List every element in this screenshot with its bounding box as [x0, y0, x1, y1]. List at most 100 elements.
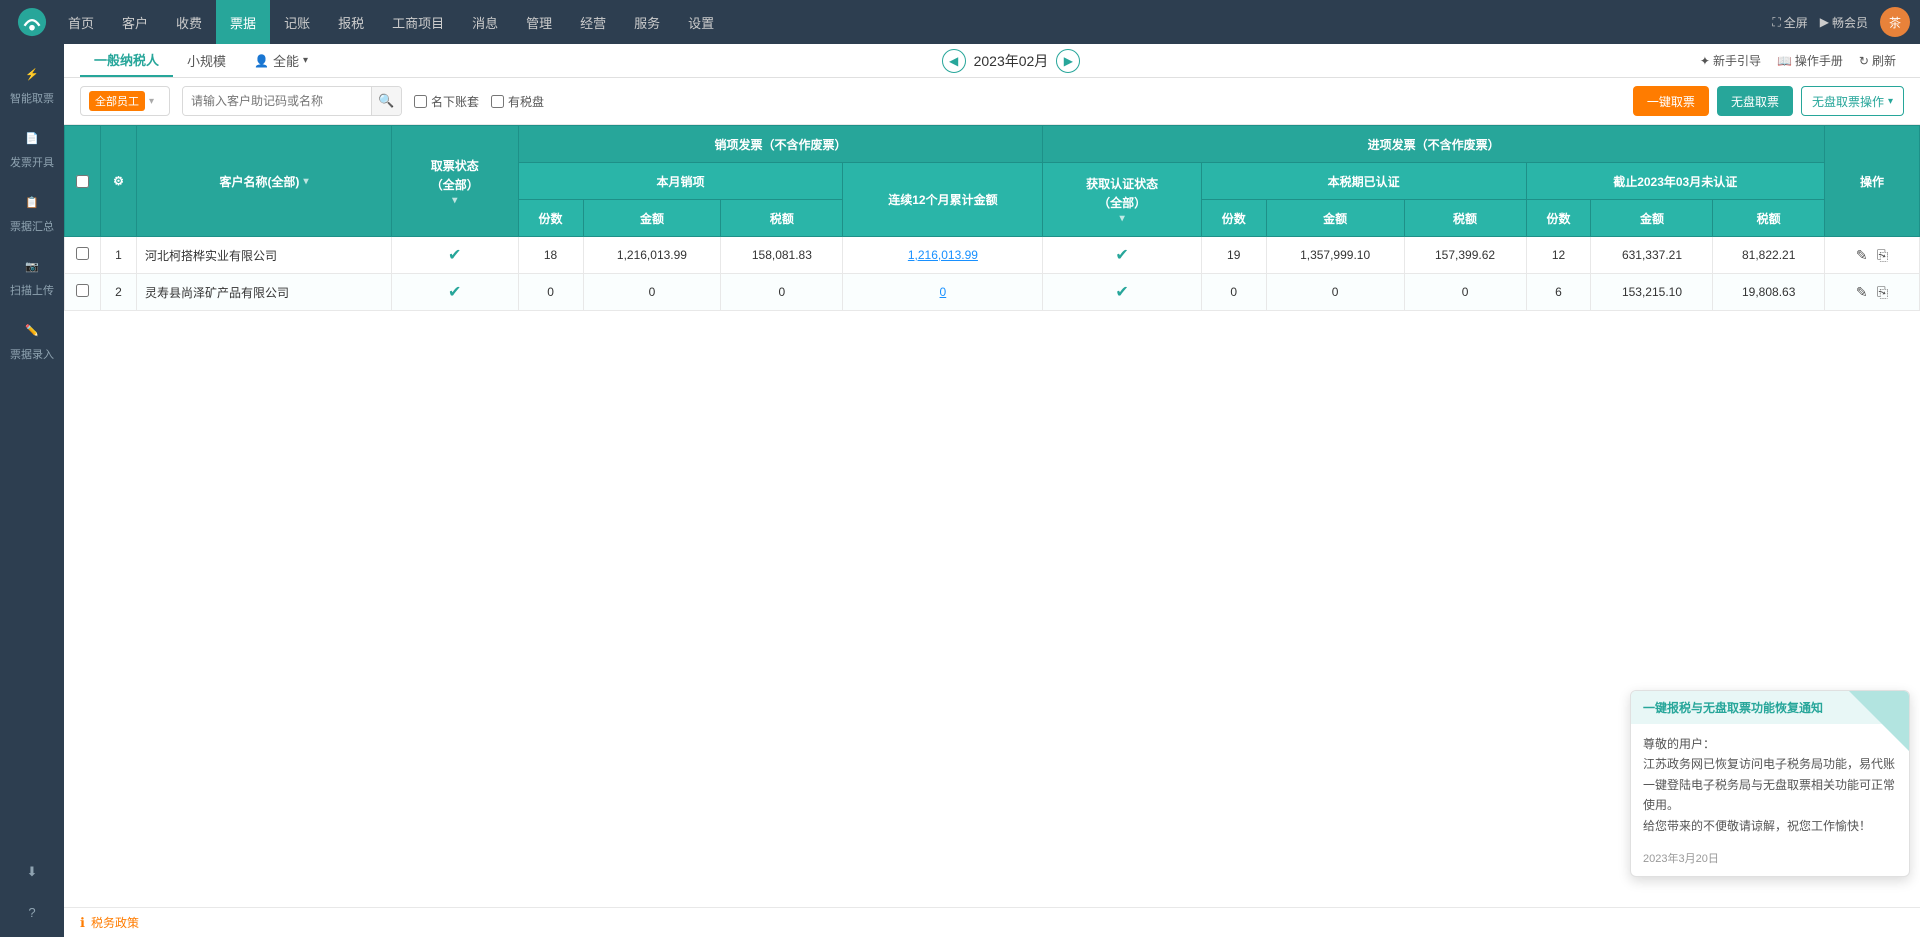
popup-body-line: 尊敬的用户：	[1643, 734, 1897, 754]
th-recognize-status-filter-icon[interactable]: ▾	[1120, 213, 1125, 224]
deduct-status-icon: ✔	[448, 247, 461, 264]
edit-icon[interactable]: ✎	[1856, 247, 1868, 263]
nav-service[interactable]: 服务	[620, 0, 674, 44]
nav-tax[interactable]: 报税	[324, 0, 378, 44]
sidebar-item-invoice-summary[interactable]: 📋 票据汇总	[4, 182, 60, 242]
copy-icon[interactable]: ⎘	[1877, 284, 1888, 300]
th-purchase-group: 进项发票（不含作废票）	[1043, 126, 1824, 163]
row-checkbox[interactable]	[65, 237, 101, 274]
nav-invoice[interactable]: 票据	[216, 0, 270, 44]
mybooks-checkbox[interactable]	[414, 95, 427, 108]
taxpad-checkbox-label[interactable]: 有税盘	[491, 93, 544, 110]
row-prec-tax: 0	[1404, 274, 1526, 311]
new-guide-btn[interactable]: ✦ 新手引导	[1700, 52, 1761, 69]
select-all-checkbox[interactable]	[76, 175, 89, 188]
nav-home[interactable]: 首页	[54, 0, 108, 44]
row-prec-count: 19	[1201, 237, 1266, 274]
no-disk-operation-btn[interactable]: 无盘取票操作 ▾	[1801, 86, 1904, 116]
one-click-deduct-btn[interactable]: 一键取票	[1633, 86, 1709, 116]
nav-operation[interactable]: 经营	[566, 0, 620, 44]
row-punrec-amount: 153,215.10	[1591, 274, 1713, 311]
row-select-checkbox[interactable]	[76, 247, 89, 260]
sidebar-label-invoice-summary: 票据汇总	[10, 218, 54, 234]
period-nav: ◀ 2023年02月 ▶	[942, 49, 1081, 73]
customer-search-wrap: 🔍	[182, 86, 402, 116]
th-sales-count: 份数	[518, 200, 583, 237]
popup-body-line: 给您带来的不便敬请谅解，祝您工作愉快！	[1643, 816, 1897, 836]
fullscreen-btn[interactable]: ⛶ 全屏	[1772, 14, 1807, 31]
row-select-checkbox[interactable]	[76, 284, 89, 297]
row-checkbox[interactable]	[65, 274, 101, 311]
row-cumulative: 1,216,013.99	[843, 237, 1043, 274]
sidebar-item-smart-deduct[interactable]: ⚡ 智能取票	[4, 54, 60, 114]
manual-btn[interactable]: 📖 操作手册	[1777, 52, 1843, 69]
vip-btn[interactable]: ▶ 畅会员	[1820, 14, 1868, 31]
customer-search-input[interactable]	[183, 87, 371, 115]
nav-manage[interactable]: 管理	[512, 0, 566, 44]
th-sales-amount: 金额	[583, 200, 721, 237]
tab-fullscale[interactable]: 👤 全能 ▾	[240, 45, 322, 76]
no-disk-deduct-btn[interactable]: 无盘取票	[1717, 86, 1793, 116]
copy-icon[interactable]: ⎘	[1877, 247, 1888, 263]
row-customer-name: 灵寿县尚泽矿产品有限公司	[137, 274, 392, 311]
nav-customer[interactable]: 客户	[108, 0, 162, 44]
employee-select-chevron: ▾	[149, 96, 154, 107]
nav-bizproject[interactable]: 工商项目	[378, 0, 458, 44]
row-deduct-status: ✔	[391, 274, 518, 311]
row-sales-count: 18	[518, 237, 583, 274]
search-button[interactable]: 🔍	[371, 86, 401, 116]
th-sales-group-label: 销项发票（不含作废票）	[519, 126, 1043, 162]
avatar[interactable]: 茶	[1880, 7, 1910, 37]
cumulative-link[interactable]: 0	[940, 285, 947, 299]
popup-body-line: 江苏政务网已恢复访问电子税务局功能，易代账一键登陆电子税务局与无盘取票相关功能可…	[1643, 754, 1897, 815]
refresh-btn[interactable]: ↻ 刷新	[1859, 52, 1896, 69]
row-deduct-status: ✔	[391, 237, 518, 274]
manual-icon: 📖	[1777, 54, 1792, 68]
help-icon[interactable]: ?	[17, 897, 47, 927]
popup-body: 尊敬的用户：江苏政务网已恢复访问电子税务局功能，易代账一键登陆电子税务局与无盘取…	[1631, 724, 1909, 846]
main-table: ⚙ 客户名称(全部) ▾ 取票状态 （全部）	[64, 125, 1920, 311]
row-sales-amount: 0	[583, 274, 721, 311]
tab-small-scale[interactable]: 小规模	[173, 45, 240, 76]
nav-fee[interactable]: 收费	[162, 0, 216, 44]
scan-upload-icon: 📷	[20, 254, 44, 278]
nav-message[interactable]: 消息	[458, 0, 512, 44]
nav-bookkeeping[interactable]: 记账	[270, 0, 324, 44]
tab-general-taxpayer[interactable]: 一般纳税人	[80, 44, 173, 77]
new-guide-label: 新手引导	[1713, 52, 1761, 69]
th-sales-month-group: 本月销项	[518, 163, 843, 200]
sidebar-item-invoice-open[interactable]: 📄 发票开具	[4, 118, 60, 178]
row-customer-name: 河北柯搭桦实业有限公司	[137, 237, 392, 274]
row-sales-tax: 0	[721, 274, 843, 311]
smart-deduct-icon: ⚡	[20, 62, 44, 86]
row-punrec-tax: 81,822.21	[1713, 237, 1824, 274]
download-icon[interactable]: ⬇	[17, 857, 47, 887]
th-punrec-tax: 税额	[1713, 200, 1824, 237]
th-deduct-status-label2: （全部）	[431, 176, 479, 193]
mybooks-checkbox-label[interactable]: 名下账套	[414, 93, 479, 110]
th-sales-tax-label: 税额	[721, 200, 842, 236]
th-customer-name: 客户名称(全部) ▾	[137, 126, 392, 237]
taxpad-checkbox[interactable]	[491, 95, 504, 108]
th-cumulative-label: 连续12个月累计金额	[888, 191, 997, 208]
employee-select[interactable]: 全部员工 ▾	[80, 86, 170, 116]
popup-close-btn[interactable]: ✕	[1885, 699, 1897, 716]
th-prec-count-label: 份数	[1202, 200, 1266, 236]
th-deduct-status-filter-icon[interactable]: ▾	[452, 195, 457, 206]
period-next-btn[interactable]: ▶	[1056, 49, 1080, 73]
period-prev-btn[interactable]: ◀	[942, 49, 966, 73]
th-purchase-unrecognized-group: 截止2023年03月未认证	[1526, 163, 1824, 200]
cumulative-link[interactable]: 1,216,013.99	[908, 248, 978, 262]
th-deduct-status: 取票状态 （全部） ▾	[391, 126, 518, 237]
sidebar-item-invoice-entry[interactable]: ✏️ 票据录入	[4, 310, 60, 370]
nav-settings[interactable]: 设置	[674, 0, 728, 44]
mybooks-label: 名下账套	[431, 93, 479, 110]
sidebar-item-scan-upload[interactable]: 📷 扫描上传	[4, 246, 60, 306]
policy-text[interactable]: 税务政策	[91, 914, 139, 931]
edit-icon[interactable]: ✎	[1856, 284, 1868, 300]
th-purchase-recognized-group: 本税期已认证	[1201, 163, 1526, 200]
popup-header: 一键报税与无盘取票功能恢复通知 ✕	[1631, 691, 1909, 724]
th-customer-filter-icon[interactable]: ▾	[303, 176, 308, 187]
row-operation: ✎ ⎘	[1824, 237, 1919, 274]
row-prec-count: 0	[1201, 274, 1266, 311]
